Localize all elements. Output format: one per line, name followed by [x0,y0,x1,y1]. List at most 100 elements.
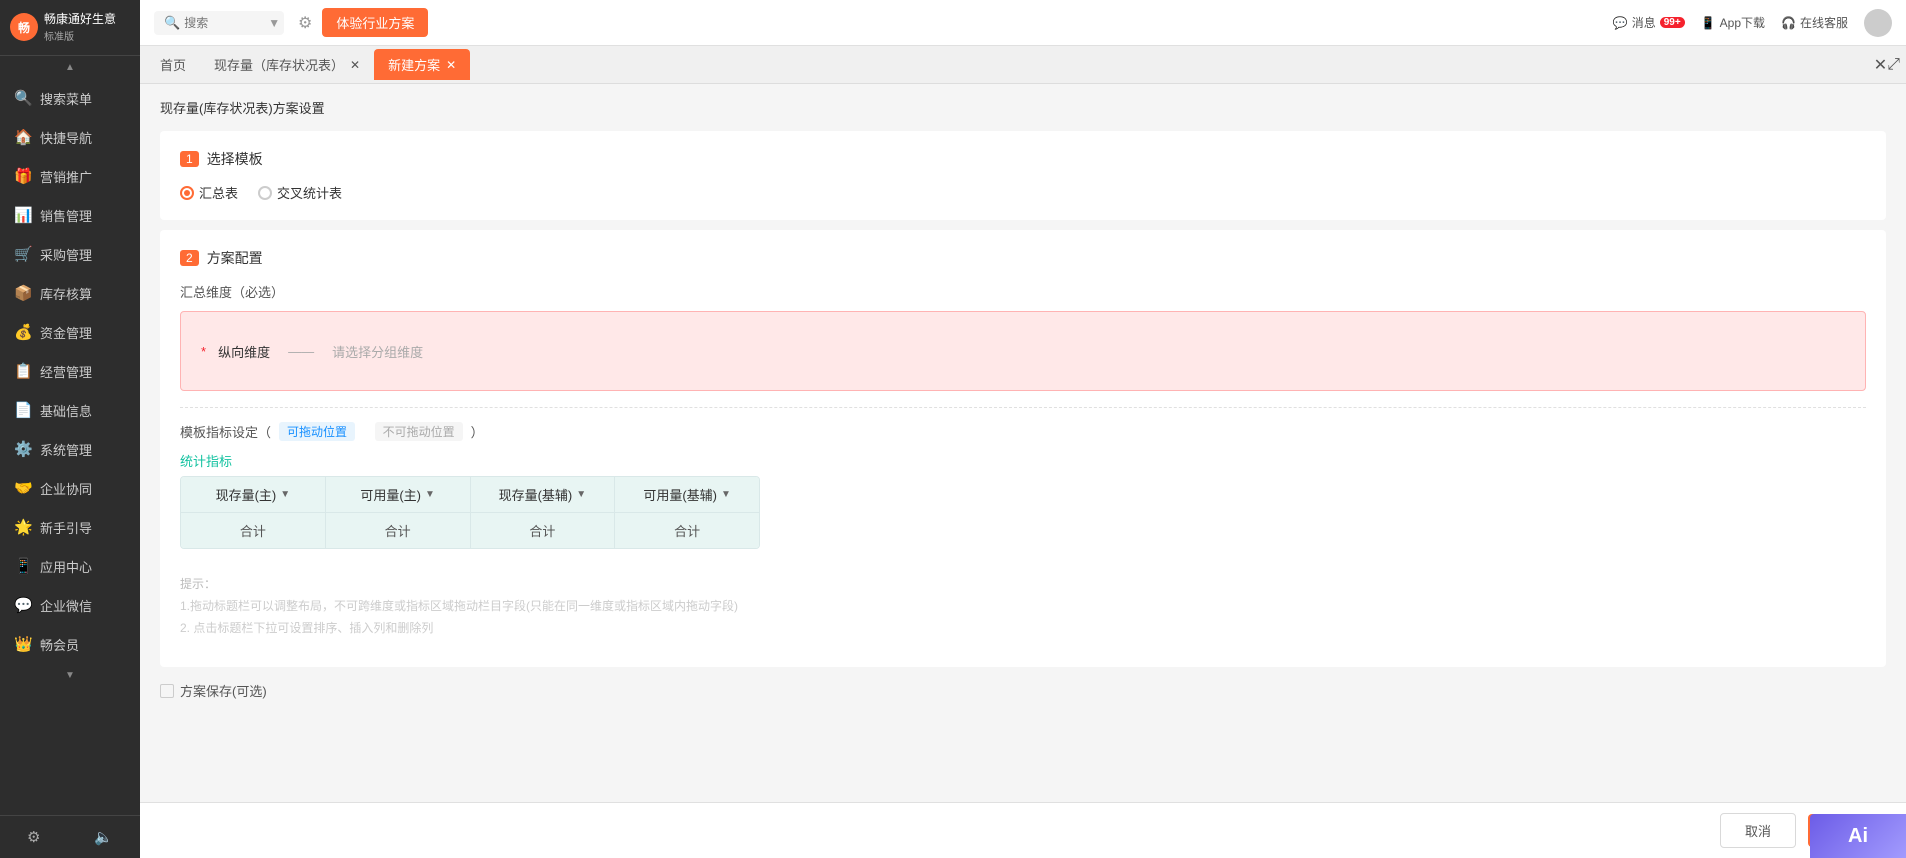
step1-card: 1 选择模板 汇总表 交叉统计表 [160,131,1886,220]
save-checkbox[interactable] [160,684,174,698]
tips-area: 提示： 1.拖动标题栏可以调整布局，不可跨维度或指标区域拖动栏目字段(只能在同一… [180,565,1866,649]
step2-title: 2 方案配置 [180,248,1866,268]
app-name: 畅康通好生意 [44,12,116,28]
tab-inventory-close[interactable]: ✕ [350,58,360,72]
sidebar-item-basic-info[interactable]: 📄 基础信息 [0,391,140,430]
stats-col-1-label: 现存量(主) [216,485,277,504]
indicator-label-text: 模板指标设定（ [180,422,271,441]
tip-item-2-text: 2. 点击标题栏下拉可设置排序、插入列和删除列 [180,621,433,635]
stats-col-1: 现存量(主) ▼ 合计 [181,477,326,548]
search-input[interactable] [184,16,264,30]
cancel-button[interactable]: 取消 [1720,813,1796,848]
chevron-down-icon-1[interactable]: ▼ [280,489,290,500]
sidebar-sound-btn[interactable]: 🔈 [86,824,121,850]
sidebar-item-sales[interactable]: 📊 销售管理 [0,196,140,235]
sidebar-item-finance[interactable]: 💰 资金管理 [0,313,140,352]
topbar-right: 💬 消息 99+ 📱 App下载 🎧 在线客服 [1613,9,1892,37]
stats-col-4-header[interactable]: 可用量(基辅) ▼ [615,477,759,513]
chevron-down-icon-3[interactable]: ▼ [576,489,586,500]
indicator-settings: 模板指标设定（ 可拖动位置 不可拖动位置 ） [180,422,1866,441]
stats-col-4-label: 可用量(基辅) [643,485,717,504]
message-icon: 💬 [1613,16,1628,30]
draggable-badge: 可拖动位置 [279,422,355,441]
clipboard-icon: 📋 [14,362,32,380]
panel-expand-button[interactable]: ⤢ [1887,56,1900,74]
tip-item-1: 1.拖动标题栏可以调整布局，不可跨维度或指标区域拖动栏目字段(只能在同一维度或指… [180,596,1866,618]
sidebar-item-label: 新手引导 [40,518,92,537]
step2-card: 2 方案配置 汇总维度（必选） * 纵向维度 —— 请选择分组维度 模板指标设定… [160,230,1886,667]
mobile-icon: 📱 [14,557,32,575]
app-download-btn[interactable]: 📱 App下载 [1701,14,1765,31]
radio-cross[interactable]: 交叉统计表 [258,183,342,202]
radio-dot-cross [258,186,272,200]
sidebar-item-label: 资金管理 [40,323,92,342]
dimension-placeholder: 请选择分组维度 [332,342,423,361]
sidebar-item-label: 基础信息 [40,401,92,420]
mobile-download-icon: 📱 [1701,16,1716,30]
messages-btn[interactable]: 💬 消息 99+ [1613,14,1685,31]
sidebar-item-search-menu[interactable]: 🔍 搜索菜单 [0,79,140,118]
messages-badge: 99+ [1660,17,1685,28]
topbar-search-box[interactable]: 🔍 ▼ [154,11,284,35]
headset-icon: 🎧 [1781,16,1796,30]
sidebar-item-label: 畅会员 [40,635,79,654]
scroll-down-arrow[interactable]: ▼ [65,670,75,681]
sidebar-item-inventory[interactable]: 📦 库存核算 [0,274,140,313]
sidebar-item-marketing[interactable]: 🎁 营销推广 [0,157,140,196]
stats-col-3: 现存量(基辅) ▼ 合计 [471,477,616,548]
chart-icon: 📊 [14,206,32,224]
scroll-down[interactable]: ▼ [0,664,140,687]
step2-badge: 2 [180,250,199,266]
search-icon: 🔍 [14,89,32,107]
indicator-close-paren: ） [471,422,484,441]
radio-dot-summary [180,186,194,200]
sidebar-item-new-guide[interactable]: 🌟 新手引导 [0,508,140,547]
sidebar-item-enterprise[interactable]: 🤝 企业协同 [0,469,140,508]
scroll-up-arrow[interactable]: ▲ [65,62,75,73]
dimension-area[interactable]: * 纵向维度 —— 请选择分组维度 [180,311,1866,391]
sidebar-item-label: 采购管理 [40,245,92,264]
tab-inventory-status[interactable]: 现存量（库存状况表） ✕ [200,49,374,80]
sidebar-item-label: 营销推广 [40,167,92,186]
sidebar-item-purchase[interactable]: 🛒 采购管理 [0,235,140,274]
ai-badge[interactable]: Ai [1810,814,1906,858]
stats-col-1-header[interactable]: 现存量(主) ▼ [181,477,325,513]
stats-col-2-header[interactable]: 可用量(主) ▼ [326,477,470,513]
scroll-up[interactable]: ▲ [0,56,140,79]
stats-col-3-header[interactable]: 现存量(基辅) ▼ [471,477,615,513]
step1-title: 1 选择模板 [180,149,1866,169]
radio-summary[interactable]: 汇总表 [180,183,238,202]
tab-home[interactable]: 首页 [146,49,200,80]
sidebar-item-operations[interactable]: 📋 经营管理 [0,352,140,391]
divider [180,407,1866,408]
tab-new-plan[interactable]: 新建方案 ✕ [374,49,470,80]
sidebar-item-quick-nav[interactable]: 🏠 快捷导航 [0,118,140,157]
user-avatar[interactable] [1864,9,1892,37]
gear-icon[interactable]: ⚙ [298,13,312,33]
home-icon: 🏠 [14,128,32,146]
stats-col-2-label: 可用量(主) [360,485,421,504]
search-chevron-icon[interactable]: ▼ [268,16,280,30]
app-edition: 标准版 [44,28,116,43]
sidebar-bottom: ⚙ 🔈 [0,815,140,858]
sidebar-item-label: 搜索菜单 [40,89,92,108]
chevron-down-icon-2[interactable]: ▼ [425,489,435,500]
sidebar-settings-btn[interactable]: ⚙ [19,824,48,850]
stats-col-4-body: 合计 [615,513,759,548]
chevron-down-icon-4[interactable]: ▼ [721,489,731,500]
step1-title-label: 选择模板 [207,149,263,169]
sidebar-item-vip[interactable]: 👑 畅会员 [0,625,140,664]
radio-summary-label: 汇总表 [199,183,238,202]
tab-inventory-label: 现存量（库存状况表） [214,55,344,74]
sidebar-item-label: 企业协同 [40,479,92,498]
sidebar-item-wechat[interactable]: 💬 企业微信 [0,586,140,625]
save-option: 方案保存(可选) [160,681,1886,700]
cart-icon: 🛒 [14,245,32,263]
panel-close-button[interactable]: ✕ [1874,55,1887,75]
trial-btn[interactable]: 体验行业方案 [322,8,428,37]
online-service-btn[interactable]: 🎧 在线客服 [1781,14,1848,31]
sidebar-item-app-center[interactable]: 📱 应用中心 [0,547,140,586]
stats-table-header: 现存量(主) ▼ 合计 可用量(主) ▼ 合计 [181,477,759,548]
tab-new-plan-close[interactable]: ✕ [446,58,456,72]
sidebar-item-system[interactable]: ⚙️ 系统管理 [0,430,140,469]
